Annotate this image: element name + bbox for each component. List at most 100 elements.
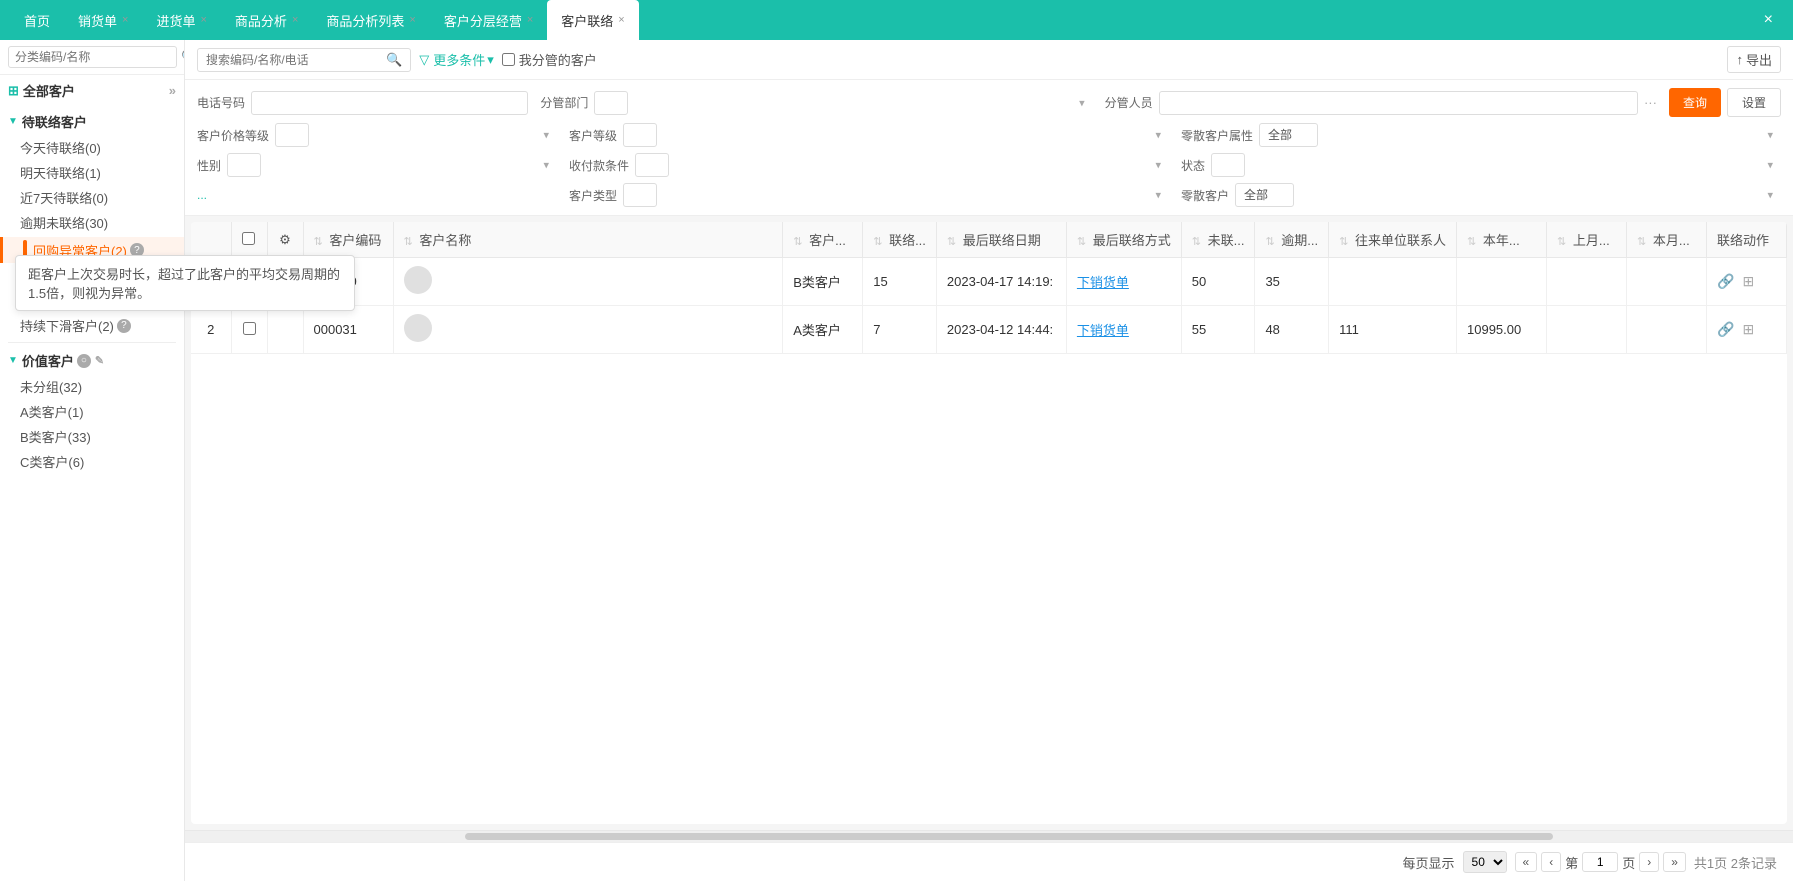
info-icon-value[interactable]: ○ <box>77 354 91 368</box>
row-1-actions: 🔗 ⊞ <box>1707 258 1787 306</box>
prev-page-button[interactable]: ‹ <box>1541 852 1561 872</box>
filter-cust-type-select[interactable] <box>623 183 657 207</box>
row-1-grid-icon[interactable]: ⊞ <box>1742 273 1754 290</box>
th-unlinked[interactable]: 未联... <box>1181 222 1255 258</box>
th-action: 联络动作 <box>1707 222 1787 258</box>
sidebar-item-class-b[interactable]: B类客户(33) <box>0 424 184 449</box>
close-tab-sales-order[interactable]: × <box>122 14 128 26</box>
th-contact[interactable]: 联络... <box>863 222 937 258</box>
sidebar-all-customers[interactable]: ⊞ 全部客户 » <box>0 75 184 106</box>
edit-icon-value[interactable]: ✎ <box>95 354 104 367</box>
more-conditions-button[interactable]: ▽ 更多条件 ▾ <box>419 50 494 69</box>
export-button[interactable]: ↑ 导出 <box>1727 46 1781 73</box>
my-customers-checkbox[interactable]: 我分管的客户 <box>502 50 597 69</box>
filter-gender-select[interactable] <box>227 153 261 177</box>
row-2-avatar <box>404 314 432 342</box>
filter-gender-label: 性别 <box>197 157 221 174</box>
row-1-overdue: 35 <box>1255 258 1329 306</box>
tab-sales-order[interactable]: 销货单 × <box>64 0 142 40</box>
sidebar-item-class-a[interactable]: A类客户(1) <box>0 399 184 424</box>
filter-cust-grade-select[interactable] <box>623 123 657 147</box>
row-2-unlinked: 55 <box>1181 306 1255 354</box>
th-code[interactable]: 客户编码 <box>303 222 393 258</box>
th-overdue[interactable]: 逾期... <box>1255 222 1329 258</box>
search-icon[interactable]: 🔍 <box>386 52 402 68</box>
close-tab-contact[interactable]: × <box>618 14 624 26</box>
query-button[interactable]: 查询 <box>1669 88 1721 117</box>
sidebar-value-customers-header[interactable]: ▼ 价值客户 ○ ✎ <box>0 347 184 374</box>
sidebar-item-today-pending[interactable]: 今天待联络(0) <box>0 135 184 160</box>
tab-customer-contact[interactable]: 客户联络 × <box>547 0 638 40</box>
th-this-month[interactable]: 本月... <box>1627 222 1707 258</box>
filter-payment-label: 收付款条件 <box>569 157 629 174</box>
row-2-overdue: 48 <box>1255 306 1329 354</box>
select-all-checkbox[interactable] <box>242 232 255 245</box>
sidebar-pending-title[interactable]: ▼ 待联络客户 <box>0 108 184 135</box>
close-tab-product-list[interactable]: × <box>409 14 415 26</box>
th-settings[interactable]: ⚙ <box>267 222 303 258</box>
sidebar-item-tomorrow-pending[interactable]: 明天待联络(1) <box>0 160 184 185</box>
filter-price-grade-select[interactable] <box>275 123 309 147</box>
tab-purchase-order[interactable]: 进货单 × <box>142 0 220 40</box>
row-1-lastway[interactable]: 下销货单 <box>1066 258 1181 306</box>
th-lastway[interactable]: 最后联络方式 <box>1066 222 1181 258</box>
row-1-avatar <box>404 266 432 294</box>
th-name[interactable]: 客户名称 <box>393 222 783 258</box>
close-tab-product-analysis[interactable]: × <box>292 14 298 26</box>
row-2-unitcontact: 111 <box>1329 306 1457 354</box>
top-navigation: 首页 销货单 × 进货单 × 商品分析 × 商品分析列表 × 客户分层经营 × … <box>0 0 1793 40</box>
th-last-month[interactable]: 上月... <box>1547 222 1627 258</box>
row-2-grid-icon[interactable]: ⊞ <box>1742 321 1754 338</box>
filter-status-select[interactable] <box>1211 153 1245 177</box>
filter-person: 分管人员 ··· <box>1105 91 1657 115</box>
th-type[interactable]: 客户... <box>783 222 863 258</box>
filter-phone-input[interactable] <box>251 91 528 115</box>
scrollbar-thumb[interactable] <box>465 833 1553 840</box>
sidebar-item-overdue-pending[interactable]: 逾期未联络(30) <box>0 210 184 235</box>
close-tab-purchase[interactable]: × <box>200 14 206 26</box>
tab-customer-segmentation[interactable]: 客户分层经营 × <box>430 0 547 40</box>
th-unit-contact[interactable]: 往来单位联系人 <box>1329 222 1457 258</box>
filter-row-1: 电话号码 分管部门 分管人员 ··· 查询 <box>197 88 1781 117</box>
per-page-select[interactable]: 50 <box>1463 851 1507 873</box>
toolbar: 🔍 ▽ 更多条件 ▾ 我分管的客户 ↑ 导出 <box>185 40 1793 80</box>
last-page-button[interactable]: » <box>1663 852 1686 872</box>
filter-payment-select[interactable] <box>635 153 669 177</box>
info-icon-declining[interactable]: ? <box>117 319 131 333</box>
my-customers-check[interactable] <box>502 53 515 66</box>
page-input[interactable] <box>1582 852 1618 872</box>
sidebar-item-class-c[interactable]: C类客户(6) <box>0 449 184 474</box>
filter-more-link[interactable]: ... <box>197 188 207 202</box>
row-2-lastway[interactable]: 下销货单 <box>1066 306 1181 354</box>
row-1-lastdate: 2023-04-17 14:19: <box>936 258 1066 306</box>
filter-retail-attr-select[interactable]: 全部 <box>1259 123 1318 147</box>
filter-person-more-icon[interactable]: ··· <box>1644 95 1657 110</box>
sidebar-item-unclassified[interactable]: 未分组(32) <box>0 374 184 399</box>
close-all-tabs-button[interactable]: × <box>1754 11 1783 29</box>
settings-button[interactable]: 设置 <box>1727 88 1781 117</box>
total-records: 共1页 2条记录 <box>1694 853 1777 872</box>
sidebar-search-input[interactable] <box>8 46 177 68</box>
first-page-button[interactable]: « <box>1515 852 1538 872</box>
sidebar-item-7days-pending[interactable]: 近7天待联络(0) <box>0 185 184 210</box>
search-input[interactable] <box>206 53 386 67</box>
tab-product-analysis[interactable]: 商品分析 × <box>221 0 312 40</box>
th-this-year[interactable]: 本年... <box>1457 222 1547 258</box>
filter-retail-cust-select[interactable]: 全部 <box>1235 183 1294 207</box>
row-2-index: 2 <box>191 306 231 354</box>
th-lastdate[interactable]: 最后联络日期 <box>936 222 1066 258</box>
table-row: 2 000031 A类客户 <box>191 306 1787 354</box>
tab-home[interactable]: 首页 <box>10 0 64 40</box>
row-2-checkbox[interactable] <box>243 322 256 335</box>
sidebar-collapse-icon: » <box>169 83 176 98</box>
row-1-link-icon[interactable]: 🔗 <box>1717 273 1734 290</box>
filter-dept-select[interactable] <box>594 91 628 115</box>
horizontal-scrollbar[interactable] <box>185 830 1793 842</box>
tab-product-analysis-list[interactable]: 商品分析列表 × <box>312 0 429 40</box>
sidebar-item-declining[interactable]: 持续下滑客户(2) ? <box>0 313 184 338</box>
row-2-link-icon[interactable]: 🔗 <box>1717 321 1734 338</box>
close-tab-segmentation[interactable]: × <box>527 14 533 26</box>
arrow-icon-value: ▼ <box>8 355 18 366</box>
next-page-button[interactable]: › <box>1639 852 1659 872</box>
filter-person-input[interactable] <box>1159 91 1638 115</box>
